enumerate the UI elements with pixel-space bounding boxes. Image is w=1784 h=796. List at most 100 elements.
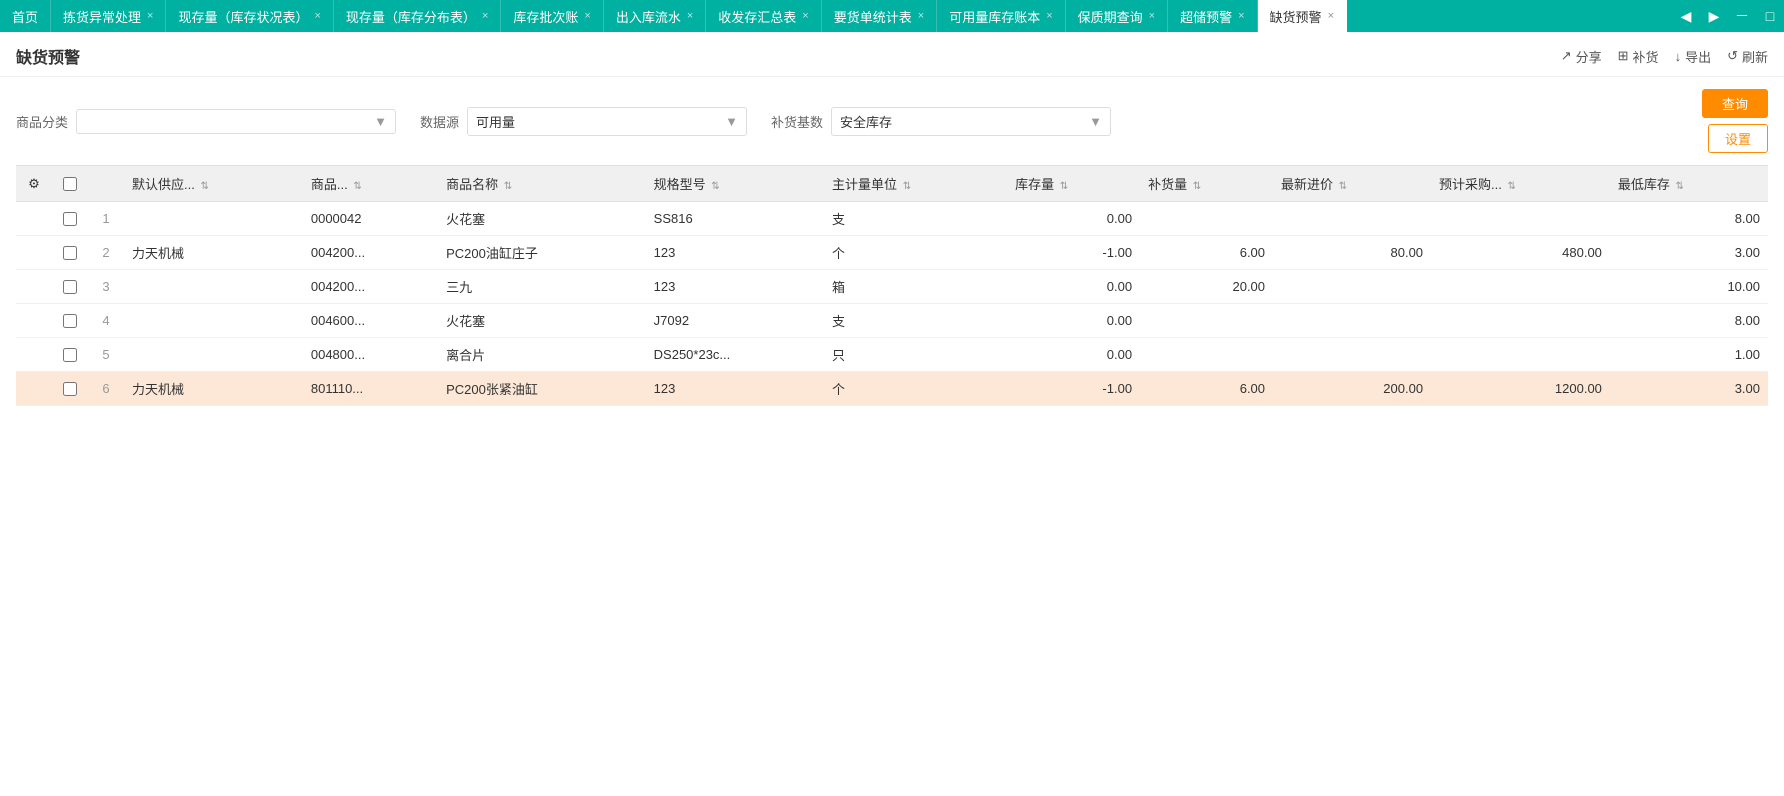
tab-batch[interactable]: 库存批次账 × bbox=[501, 0, 603, 32]
th-replenish-label: 补货量 bbox=[1148, 177, 1187, 192]
td-gear bbox=[16, 236, 52, 270]
row-checkbox[interactable] bbox=[63, 280, 77, 294]
th-replenish[interactable]: 补货量 ⇅ bbox=[1140, 166, 1273, 202]
tab-overstock[interactable]: 超储预警 × bbox=[1168, 0, 1257, 32]
refresh-label: 刷新 bbox=[1742, 47, 1768, 66]
th-code-label: 商品... bbox=[311, 177, 348, 192]
td-latest-price bbox=[1273, 304, 1431, 338]
td-est-purchase bbox=[1431, 304, 1610, 338]
close-icon[interactable]: × bbox=[584, 10, 590, 22]
next-tab-button[interactable]: ▶ bbox=[1700, 0, 1728, 32]
td-num: 5 bbox=[88, 338, 124, 372]
close-icon[interactable]: × bbox=[482, 10, 488, 22]
datasource-filter-group: 数据源 可用量 ▼ bbox=[420, 107, 747, 136]
tab-stock2[interactable]: 现存量（库存分布表） × bbox=[334, 0, 501, 32]
tab-order[interactable]: 要货单统计表 × bbox=[822, 0, 937, 32]
tab-home[interactable]: 首页 bbox=[0, 0, 51, 32]
td-est-purchase bbox=[1431, 202, 1610, 236]
tab-stock1[interactable]: 现存量（库存状况表） × bbox=[166, 0, 333, 32]
export-button[interactable]: ↓ 导出 bbox=[1675, 47, 1712, 66]
td-latest-price bbox=[1273, 338, 1431, 372]
replenish-button[interactable]: ⊞ 补货 bbox=[1618, 47, 1659, 66]
tab-inout[interactable]: 出入库流水 × bbox=[604, 0, 706, 32]
td-replenish bbox=[1140, 202, 1273, 236]
td-code: 801110... bbox=[303, 372, 438, 406]
th-gear: ⚙ bbox=[16, 166, 52, 202]
th-supplier[interactable]: 默认供应... ⇅ bbox=[124, 166, 303, 202]
close-icon[interactable]: × bbox=[147, 10, 153, 22]
export-icon: ↓ bbox=[1675, 49, 1682, 64]
tab-picking[interactable]: 拣货异常处理 × bbox=[51, 0, 166, 32]
base-select[interactable]: 安全库存 ▼ bbox=[831, 107, 1111, 136]
sort-icon: ⇅ bbox=[711, 181, 719, 192]
close-icon[interactable]: × bbox=[687, 10, 693, 22]
table-row: 4 004600... 火花塞 J7092 支 0.00 8.00 bbox=[16, 304, 1768, 338]
settings-button[interactable]: 设置 bbox=[1708, 124, 1768, 153]
th-name[interactable]: 商品名称 ⇅ bbox=[438, 166, 646, 202]
td-est-purchase bbox=[1431, 270, 1610, 304]
share-icon: ↗ bbox=[1561, 48, 1572, 64]
close-icon[interactable]: × bbox=[802, 10, 808, 22]
td-replenish: 6.00 bbox=[1140, 236, 1273, 270]
close-icon[interactable]: × bbox=[918, 10, 924, 22]
sort-icon: ⇅ bbox=[353, 181, 361, 192]
sort-icon: ⇅ bbox=[903, 181, 911, 192]
td-gear bbox=[16, 202, 52, 236]
tab-controls: ◀ ▶ － □ bbox=[1672, 0, 1784, 32]
th-stock-label: 库存量 bbox=[1015, 177, 1054, 192]
tab-available[interactable]: 可用量库存账本 × bbox=[937, 0, 1065, 32]
close-icon[interactable]: × bbox=[1238, 10, 1244, 22]
tab-summary-label: 收发存汇总表 bbox=[718, 7, 796, 26]
base-value: 安全库存 bbox=[840, 112, 892, 131]
td-stock: 0.00 bbox=[1007, 202, 1140, 236]
td-latest-price bbox=[1273, 270, 1431, 304]
td-min-stock: 3.00 bbox=[1610, 372, 1768, 406]
th-stock[interactable]: 库存量 ⇅ bbox=[1007, 166, 1140, 202]
td-stock: 0.00 bbox=[1007, 304, 1140, 338]
gear-icon[interactable]: ⚙ bbox=[28, 176, 40, 192]
th-code[interactable]: 商品... ⇅ bbox=[303, 166, 438, 202]
share-label: 分享 bbox=[1576, 47, 1602, 66]
minimize-button[interactable]: － bbox=[1728, 0, 1756, 32]
th-spec[interactable]: 规格型号 ⇅ bbox=[646, 166, 824, 202]
td-unit: 个 bbox=[824, 236, 1007, 270]
td-gear bbox=[16, 304, 52, 338]
maximize-button[interactable]: □ bbox=[1756, 0, 1784, 32]
td-est-purchase bbox=[1431, 338, 1610, 372]
filter-actions: 查询 设置 bbox=[1702, 89, 1768, 153]
row-checkbox[interactable] bbox=[63, 314, 77, 328]
row-checkbox[interactable] bbox=[63, 246, 77, 260]
tab-summary[interactable]: 收发存汇总表 × bbox=[706, 0, 821, 32]
sort-icon: ⇅ bbox=[200, 181, 208, 192]
nav-tabs: 首页 拣货异常处理 × 现存量（库存状况表） × 现存量（库存分布表） × 库存… bbox=[0, 0, 1784, 32]
row-checkbox[interactable] bbox=[63, 212, 77, 226]
th-est-purchase[interactable]: 预计采购... ⇅ bbox=[1431, 166, 1610, 202]
datasource-value: 可用量 bbox=[476, 112, 515, 131]
row-checkbox[interactable] bbox=[63, 348, 77, 362]
td-spec: SS816 bbox=[646, 202, 824, 236]
th-min-stock[interactable]: 最低库存 ⇅ bbox=[1610, 166, 1768, 202]
close-icon[interactable]: × bbox=[1046, 10, 1052, 22]
select-all-checkbox[interactable] bbox=[63, 177, 77, 191]
row-checkbox[interactable] bbox=[63, 382, 77, 396]
datasource-select[interactable]: 可用量 ▼ bbox=[467, 107, 747, 136]
td-code: 004200... bbox=[303, 236, 438, 270]
category-select[interactable]: ▼ bbox=[76, 109, 396, 134]
close-icon[interactable]: × bbox=[1328, 10, 1334, 22]
prev-tab-button[interactable]: ◀ bbox=[1672, 0, 1700, 32]
close-icon[interactable]: × bbox=[314, 10, 320, 22]
query-button[interactable]: 查询 bbox=[1702, 89, 1768, 118]
td-gear bbox=[16, 270, 52, 304]
td-name: 火花塞 bbox=[438, 202, 646, 236]
tab-available-label: 可用量库存账本 bbox=[949, 7, 1040, 26]
td-checkbox bbox=[52, 338, 88, 372]
tab-shortage-label: 缺货预警 bbox=[1270, 7, 1322, 26]
th-unit[interactable]: 主计量单位 ⇅ bbox=[824, 166, 1007, 202]
tab-expiry[interactable]: 保质期查询 × bbox=[1066, 0, 1168, 32]
refresh-button[interactable]: ↺ 刷新 bbox=[1727, 47, 1768, 66]
tab-shortage[interactable]: 缺货预警 × bbox=[1258, 0, 1347, 32]
close-icon[interactable]: × bbox=[1149, 10, 1155, 22]
share-button[interactable]: ↗ 分享 bbox=[1561, 47, 1602, 66]
th-latest-price[interactable]: 最新进价 ⇅ bbox=[1273, 166, 1431, 202]
category-label: 商品分类 bbox=[16, 112, 68, 131]
